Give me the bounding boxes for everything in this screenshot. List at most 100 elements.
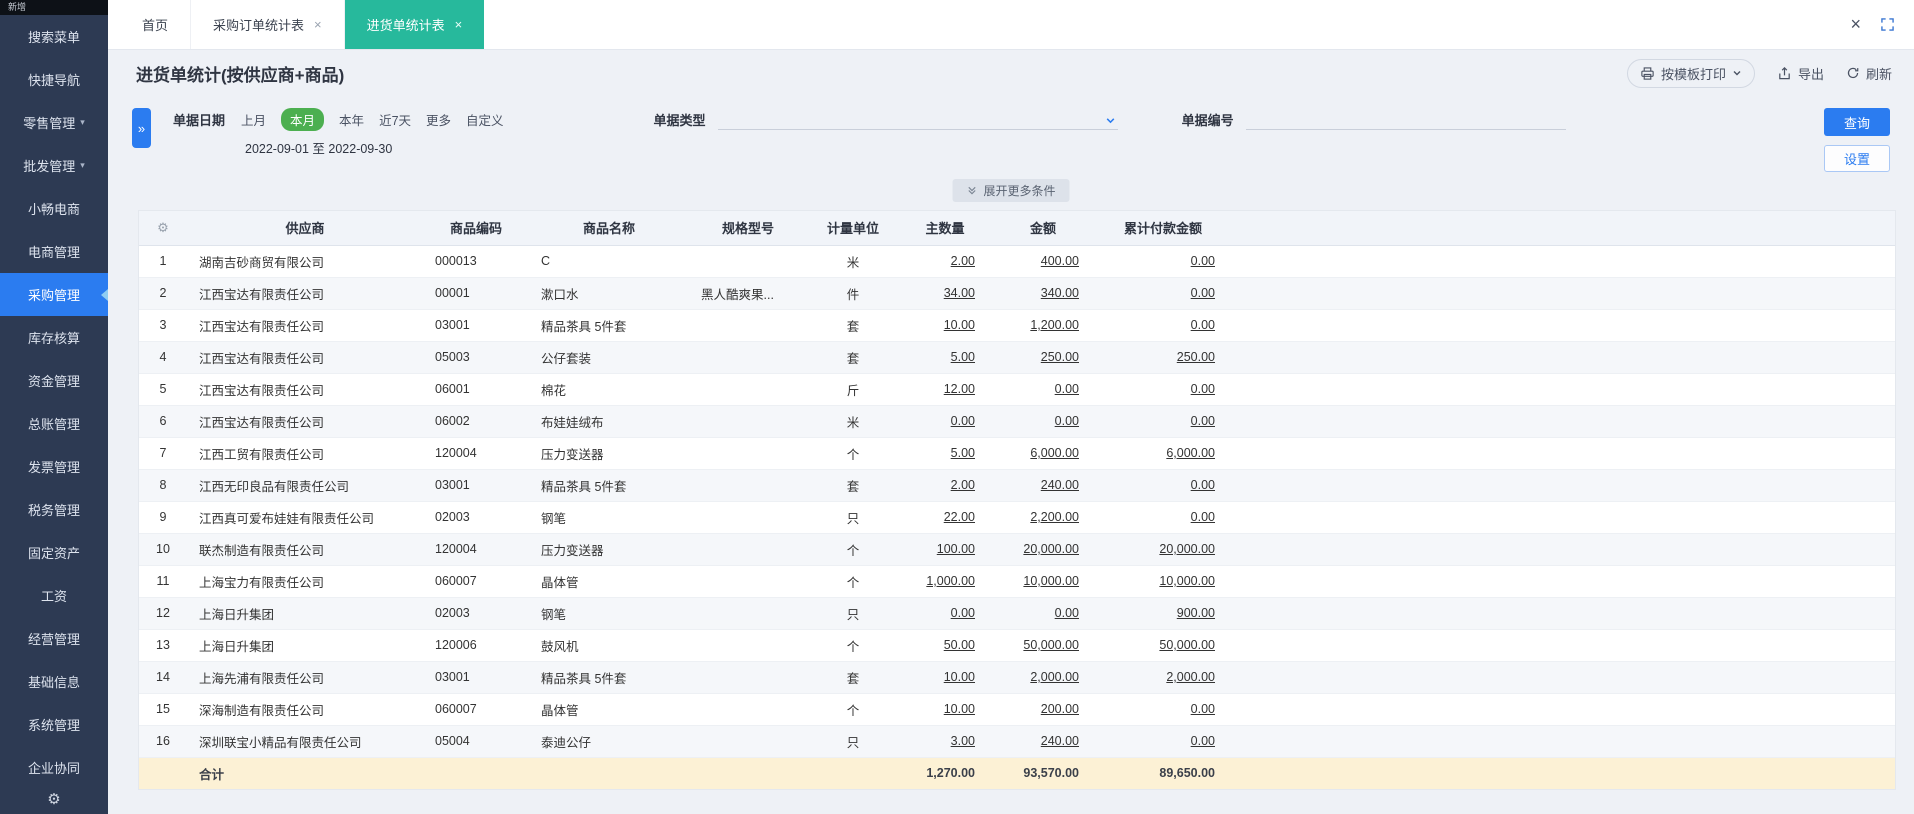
amount-link[interactable]: 50.00 (944, 638, 975, 652)
sidebar-item[interactable]: 库存核算 (0, 316, 108, 359)
amount-link[interactable]: 2,200.00 (1030, 510, 1079, 524)
table-row[interactable]: 3 江西宝达有限责任公司 03001 精品茶具 5件套 套 10.00 1,200.00 0.… (139, 309, 1895, 342)
amount-link[interactable]: 50,000.00 (1159, 638, 1215, 652)
query-button[interactable]: 查询 (1824, 108, 1890, 136)
table-row[interactable]: 7 江西工贸有限责任公司 120004 压力变送器 个 5.00 6,000.00 6,000… (139, 437, 1895, 470)
amount-link[interactable]: 0.00 (1191, 702, 1215, 716)
date-range-value[interactable]: 2022-09-01 至 2022-09-30 (245, 138, 504, 157)
column-header[interactable]: 主数量 (899, 211, 991, 246)
sidebar-item[interactable]: 系统管理 (0, 703, 108, 746)
date-option[interactable]: 近7天 (379, 110, 411, 129)
close-all-tabs-icon[interactable]: × (1850, 14, 1861, 35)
amount-link[interactable]: 10.00 (944, 670, 975, 684)
amount-link[interactable]: 1,200.00 (1030, 318, 1079, 332)
column-header[interactable]: 金额 (991, 211, 1095, 246)
expand-more-conditions-button[interactable]: 展开更多条件 (952, 179, 1070, 202)
amount-link[interactable]: 0.00 (1191, 318, 1215, 332)
sidebar-item[interactable]: 固定资产 (0, 531, 108, 574)
amount-link[interactable]: 0.00 (1191, 478, 1215, 492)
sidebar-item[interactable]: 资金管理 (0, 359, 108, 402)
sidebar-item[interactable]: 小畅电商 (0, 187, 108, 230)
amount-link[interactable]: 2.00 (951, 478, 975, 492)
amount-link[interactable]: 900.00 (1177, 606, 1215, 620)
amount-link[interactable]: 10,000.00 (1023, 574, 1079, 588)
amount-link[interactable]: 5.00 (951, 350, 975, 364)
column-settings-gear-icon[interactable]: ⚙ (157, 220, 169, 235)
settings-button[interactable]: 设置 (1824, 145, 1890, 172)
amount-link[interactable]: 0.00 (951, 606, 975, 620)
table-row[interactable]: 4 江西宝达有限责任公司 05003 公仔套装 套 5.00 250.00 250.00 (139, 341, 1895, 374)
table-row[interactable]: 6 江西宝达有限责任公司 06002 布娃娃绒布 米 0.00 0.00 0.00 (139, 405, 1895, 438)
amount-link[interactable]: 240.00 (1041, 734, 1079, 748)
table-row[interactable]: 12 上海日升集团 02003 钢笔 只 0.00 0.00 900.00 (139, 597, 1895, 630)
sidebar-item[interactable]: 快捷导航 (0, 58, 108, 101)
amount-link[interactable]: 3.00 (951, 734, 975, 748)
table-row[interactable]: 5 江西宝达有限责任公司 06001 棉花 斤 12.00 0.00 0.00 (139, 373, 1895, 406)
amount-link[interactable]: 2,000.00 (1166, 670, 1215, 684)
amount-link[interactable]: 10.00 (944, 702, 975, 716)
amount-link[interactable]: 0.00 (1055, 606, 1079, 620)
collapse-filter-button[interactable]: » (132, 108, 151, 148)
print-by-template-button[interactable]: 按模板打印 (1626, 58, 1755, 88)
date-option[interactable]: 本月 (281, 108, 325, 131)
sidebar-item[interactable]: 企业协同 (0, 746, 108, 784)
amount-link[interactable]: 200.00 (1041, 702, 1079, 716)
tab[interactable]: 采购订单统计表 × (191, 0, 345, 49)
amount-link[interactable]: 12.00 (944, 382, 975, 396)
amount-link[interactable]: 20,000.00 (1159, 542, 1215, 556)
table-row[interactable]: 13 上海日升集团 120006 鼓风机 个 50.00 50,000.00 50,000.0… (139, 629, 1895, 662)
amount-link[interactable]: 0.00 (951, 414, 975, 428)
table-row[interactable]: 14 上海先浦有限责任公司 03001 精品茶具 5件套 套 10.00 2,000.00 2… (139, 661, 1895, 694)
sidebar-item[interactable]: 总账管理 (0, 402, 108, 445)
sidebar-item[interactable]: 基础信息 (0, 660, 108, 703)
amount-link[interactable]: 6,000.00 (1166, 446, 1215, 460)
sidebar-item[interactable]: 发票管理 (0, 445, 108, 488)
tab[interactable]: 首页 (120, 0, 192, 49)
table-row[interactable]: 2 江西宝达有限责任公司 00001 漱口水 黑人酷爽果... 件 34.00 340.00 0… (139, 277, 1895, 310)
sidebar-item[interactable]: 零售管理 ▾ (0, 101, 108, 144)
amount-link[interactable]: 2,000.00 (1030, 670, 1079, 684)
column-header[interactable]: 计量单位 (807, 211, 899, 246)
amount-link[interactable]: 0.00 (1191, 286, 1215, 300)
sidebar-item[interactable]: 工资 (0, 574, 108, 617)
amount-link[interactable]: 0.00 (1191, 510, 1215, 524)
tab-close-icon[interactable]: × (455, 18, 463, 31)
amount-link[interactable]: 50,000.00 (1023, 638, 1079, 652)
doc-type-select[interactable] (717, 110, 1118, 130)
table-row[interactable]: 11 上海宝力有限责任公司 060007 晶体管 个 1,000.00 10,000.00 1… (139, 565, 1895, 598)
sidebar-item[interactable]: 搜索菜单 (0, 15, 108, 58)
column-header[interactable]: 规格型号 (689, 211, 807, 246)
sidebar-item[interactable]: 经营管理 (0, 617, 108, 660)
amount-link[interactable]: 0.00 (1191, 254, 1215, 268)
doc-no-input[interactable] (1245, 110, 1566, 130)
amount-link[interactable]: 6,000.00 (1030, 446, 1079, 460)
settings-gear-icon[interactable]: ⚙ (47, 790, 60, 808)
amount-link[interactable]: 340.00 (1041, 286, 1079, 300)
export-button[interactable]: 导出 (1777, 64, 1824, 83)
amount-link[interactable]: 240.00 (1041, 478, 1079, 492)
amount-link[interactable]: 250.00 (1177, 350, 1215, 364)
amount-link[interactable]: 22.00 (944, 510, 975, 524)
amount-link[interactable]: 0.00 (1055, 382, 1079, 396)
table-row[interactable]: 16 深圳联宝小精品有限责任公司 05004 泰迪公仔 只 3.00 240.00 0.00 (139, 725, 1895, 758)
table-row[interactable]: 15 深海制造有限责任公司 060007 晶体管 个 10.00 200.00 0.00 (139, 693, 1895, 726)
refresh-button[interactable]: 刷新 (1846, 64, 1892, 83)
amount-link[interactable]: 2.00 (951, 254, 975, 268)
amount-link[interactable]: 10,000.00 (1159, 574, 1215, 588)
amount-link[interactable]: 250.00 (1041, 350, 1079, 364)
sidebar-item[interactable]: 电商管理 (0, 230, 108, 273)
amount-link[interactable]: 20,000.00 (1023, 542, 1079, 556)
amount-link[interactable]: 34.00 (944, 286, 975, 300)
column-header[interactable]: 累计付款金额 (1095, 211, 1231, 246)
amount-link[interactable]: 0.00 (1191, 734, 1215, 748)
sidebar-item[interactable]: 批发管理 ▾ (0, 144, 108, 187)
amount-link[interactable]: 0.00 (1055, 414, 1079, 428)
date-option[interactable]: 本年 (339, 110, 364, 129)
column-header[interactable]: 供应商 (187, 211, 423, 246)
amount-link[interactable]: 5.00 (951, 446, 975, 460)
date-option[interactable]: 更多 (426, 110, 451, 129)
amount-link[interactable]: 100.00 (937, 542, 975, 556)
amount-link[interactable]: 0.00 (1191, 414, 1215, 428)
table-row[interactable]: 1 湖南吉砂商贸有限公司 000013 C 米 2.00 400.00 0.00 (139, 245, 1895, 278)
table-row[interactable]: 9 江西真可爱布娃娃有限责任公司 02003 钢笔 只 22.00 2,200.00 0.00 (139, 501, 1895, 534)
